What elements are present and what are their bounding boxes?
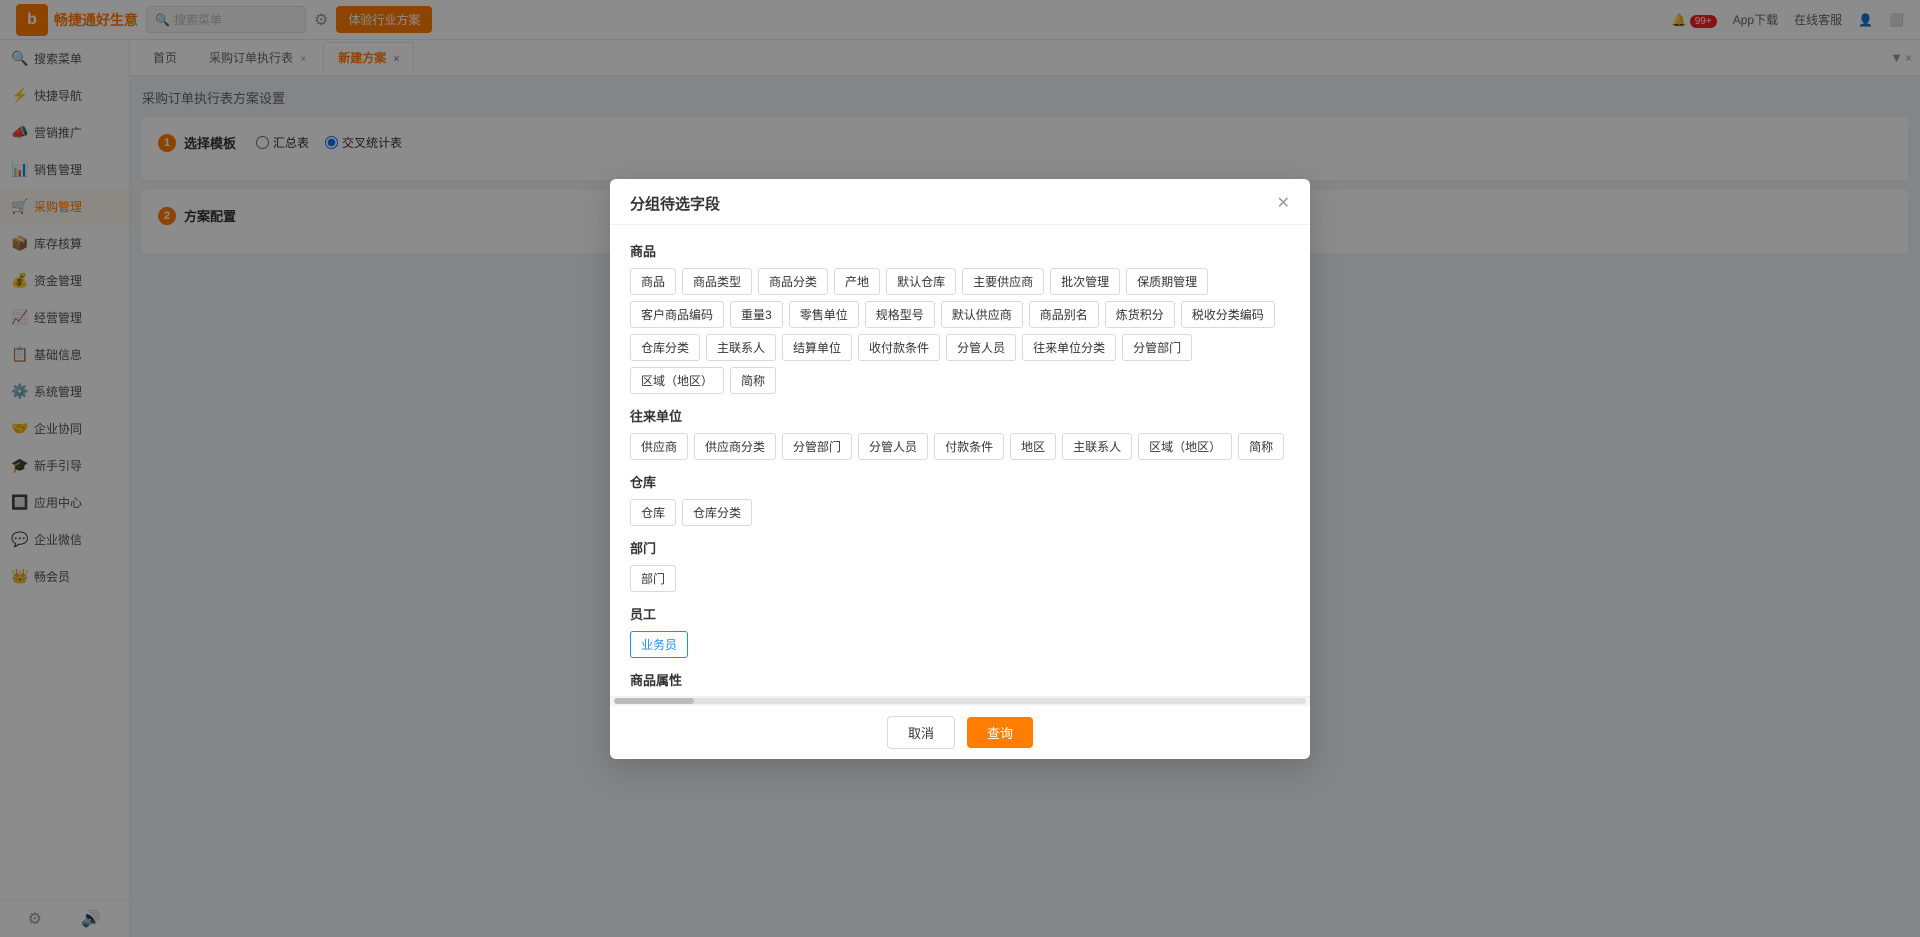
field-tag-goods-24[interactable]: 简称: [730, 367, 776, 394]
hscroll-thumb[interactable]: [614, 698, 694, 704]
field-tag-goods-18[interactable]: 结算单位: [782, 334, 852, 361]
dialog-header: 分组待选字段 ✕: [610, 179, 1310, 225]
field-tag-goods-22[interactable]: 分管部门: [1122, 334, 1192, 361]
field-tag-goods-12[interactable]: 默认供应商: [941, 301, 1023, 328]
field-tags-warehouse: 仓库 仓库分类: [630, 499, 1290, 526]
field-tag-goods-7[interactable]: 保质期管理: [1126, 268, 1208, 295]
dialog-footer: 取消 查询: [610, 705, 1310, 759]
confirm-button[interactable]: 查询: [967, 717, 1033, 748]
field-tag-partner-6[interactable]: 主联系人: [1062, 433, 1132, 460]
section-label-warehouse: 仓库: [630, 472, 1290, 491]
section-label-dept: 部门: [630, 538, 1290, 557]
section-label-partner: 往来单位: [630, 406, 1290, 425]
field-tag-partner-5[interactable]: 地区: [1010, 433, 1056, 460]
field-tag-goods-10[interactable]: 零售单位: [789, 301, 859, 328]
dialog-title: 分组待选字段: [630, 193, 720, 214]
section-label-goods: 商品: [630, 241, 1290, 260]
section-label-staff: 员工: [630, 604, 1290, 623]
field-tag-goods-3[interactable]: 产地: [834, 268, 880, 295]
field-tag-goods-0[interactable]: 商品: [630, 268, 676, 295]
field-tag-partner-1[interactable]: 供应商分类: [694, 433, 776, 460]
dialog-body: 商品 商品 商品类型 商品分类 产地 默认仓库 主要供应商 批次管理 保质期管理…: [610, 225, 1310, 696]
field-tag-goods-1[interactable]: 商品类型: [682, 268, 752, 295]
field-tag-goods-13[interactable]: 商品别名: [1029, 301, 1099, 328]
field-tag-goods-11[interactable]: 规格型号: [865, 301, 935, 328]
field-tags-staff: 业务员: [630, 631, 1290, 658]
field-tag-goods-6[interactable]: 批次管理: [1050, 268, 1120, 295]
section-label-attr: 商品属性: [630, 670, 1290, 689]
dialog-overlay: 分组待选字段 ✕ 商品 商品 商品类型 商品分类 产地 默认仓库 主要供应商 批…: [0, 0, 1920, 937]
field-tag-goods-20[interactable]: 分管人员: [946, 334, 1016, 361]
field-tag-partner-2[interactable]: 分管部门: [782, 433, 852, 460]
field-tag-goods-4[interactable]: 默认仓库: [886, 268, 956, 295]
field-tag-goods-19[interactable]: 收付款条件: [858, 334, 940, 361]
field-tag-warehouse-1[interactable]: 仓库分类: [682, 499, 752, 526]
field-tag-warehouse-0[interactable]: 仓库: [630, 499, 676, 526]
field-tags-goods: 商品 商品类型 商品分类 产地 默认仓库 主要供应商 批次管理 保质期管理 客户…: [630, 268, 1290, 394]
field-tag-goods-15[interactable]: 税收分类编码: [1181, 301, 1275, 328]
field-tag-goods-14[interactable]: 炼货积分: [1105, 301, 1175, 328]
dialog-close-icon[interactable]: ✕: [1277, 193, 1290, 213]
field-tag-partner-0[interactable]: 供应商: [630, 433, 688, 460]
field-tag-goods-2[interactable]: 商品分类: [758, 268, 828, 295]
field-tag-goods-8[interactable]: 客户商品编码: [630, 301, 724, 328]
field-tag-goods-5[interactable]: 主要供应商: [962, 268, 1044, 295]
field-tag-goods-21[interactable]: 往来单位分类: [1022, 334, 1116, 361]
field-tag-staff-0[interactable]: 业务员: [630, 631, 688, 658]
field-tags-dept: 部门: [630, 565, 1290, 592]
dialog-hscroll[interactable]: [610, 696, 1310, 705]
field-tag-dept-0[interactable]: 部门: [630, 565, 676, 592]
field-tag-goods-16[interactable]: 仓库分类: [630, 334, 700, 361]
field-tag-partner-3[interactable]: 分管人员: [858, 433, 928, 460]
field-tag-goods-17[interactable]: 主联系人: [706, 334, 776, 361]
hscroll-track: [614, 698, 1306, 704]
field-tag-partner-4[interactable]: 付款条件: [934, 433, 1004, 460]
field-tag-partner-7[interactable]: 区域（地区）: [1138, 433, 1232, 460]
field-tags-partner: 供应商 供应商分类 分管部门 分管人员 付款条件 地区 主联系人 区域（地区） …: [630, 433, 1290, 460]
field-tag-goods-23[interactable]: 区域（地区）: [630, 367, 724, 394]
field-tag-goods-9[interactable]: 重量3: [730, 301, 783, 328]
field-tag-partner-8[interactable]: 简称: [1238, 433, 1284, 460]
dialog: 分组待选字段 ✕ 商品 商品 商品类型 商品分类 产地 默认仓库 主要供应商 批…: [610, 179, 1310, 759]
cancel-button[interactable]: 取消: [887, 716, 955, 749]
